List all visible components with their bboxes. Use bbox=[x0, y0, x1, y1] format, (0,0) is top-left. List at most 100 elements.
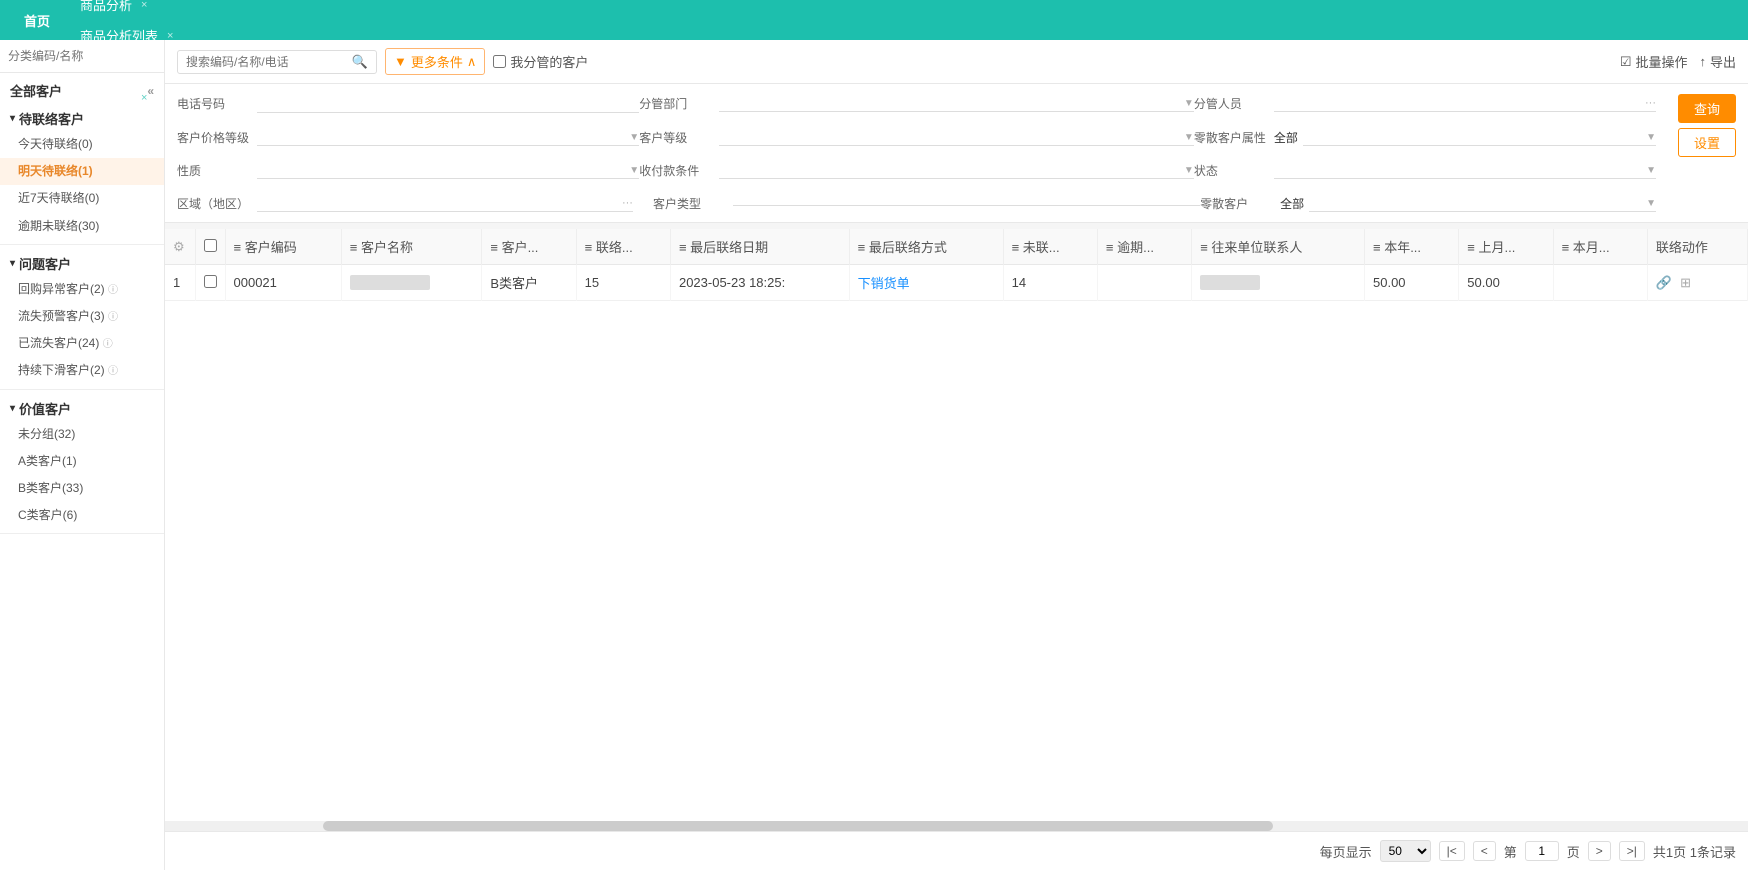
group-label-0: 待联络客户 bbox=[19, 109, 84, 128]
toolbar-right: ☑ 批量操作 ↑ 导出 bbox=[1620, 52, 1736, 71]
filter-retail-customer-select[interactable]: ▼ bbox=[1309, 196, 1656, 212]
my-customers-check[interactable]: 我分管的客户 bbox=[493, 52, 588, 71]
filter-payment-field: 收付款条件 ▼ bbox=[639, 162, 1194, 179]
sidebar-item-0-0[interactable]: 今天待联络(0) bbox=[0, 131, 164, 158]
scrollbar-thumb[interactable] bbox=[323, 821, 1273, 831]
sidebar-group-title-1[interactable]: ▾问题客户 bbox=[0, 249, 164, 276]
th-type: ≡ 客户... bbox=[482, 229, 576, 265]
group-label-2: 价值客户 bbox=[19, 399, 71, 418]
sidebar-item-2-1[interactable]: A类客户(1) bbox=[0, 448, 164, 475]
collapse-icon[interactable]: « bbox=[147, 84, 154, 98]
all-customers-label: 全部客户 bbox=[10, 81, 62, 100]
total-label: 共1页 1条记录 bbox=[1653, 842, 1736, 861]
group-arrow-1: ▾ bbox=[10, 258, 15, 269]
info-icon[interactable]: ⓘ bbox=[108, 312, 118, 323]
sidebar-item-2-2[interactable]: B类客户(33) bbox=[0, 475, 164, 502]
nav-close-icon[interactable]: × bbox=[141, 0, 147, 11]
sidebar-item-0-3[interactable]: 逾期未联络(30) bbox=[0, 213, 164, 240]
filter-price-level-field: 客户价格等级 ▼ bbox=[177, 129, 639, 146]
filter-status-select[interactable]: ▼ bbox=[1274, 163, 1656, 179]
sidebar-item-2-3[interactable]: C类客户(6) bbox=[0, 502, 164, 529]
filter-manager-select[interactable]: ··· bbox=[1274, 95, 1656, 112]
query-set-col: 查询 设置 bbox=[1678, 94, 1736, 157]
pagination: 每页显示 50 20 100 |< < 第 页 > >| 共1页 1条记录 bbox=[165, 831, 1748, 870]
filter-price-level-select[interactable]: ▼ bbox=[257, 130, 639, 146]
td-num: 1 bbox=[165, 265, 195, 301]
th-contacts: ≡ 联络... bbox=[576, 229, 670, 265]
sidebar-group-title-2[interactable]: ▾价值客户 bbox=[0, 394, 164, 421]
th-action-label: 联络动作 bbox=[1656, 240, 1708, 255]
nav-item-商品分析[interactable]: 商品分析× bbox=[66, 0, 187, 20]
first-page-btn[interactable]: |< bbox=[1439, 841, 1465, 861]
filter-retail-attr-select[interactable]: ▼ bbox=[1303, 130, 1656, 146]
nav-close-icon[interactable]: × bbox=[141, 92, 147, 104]
customer-table: ⚙ ≡ 客户编码 ≡ 客户名称 ≡ 客户... ≡ 联络... ≡ 最后联络日期… bbox=[165, 229, 1748, 301]
th-not-contacted: ≡ 未联... bbox=[1003, 229, 1097, 265]
query-btn[interactable]: 查询 bbox=[1678, 94, 1736, 123]
per-page-label: 每页显示 bbox=[1320, 842, 1372, 861]
sidebar-item-2-0[interactable]: 未分组(32) bbox=[0, 421, 164, 448]
next-page-btn[interactable]: > bbox=[1588, 841, 1611, 861]
filter-nature-select[interactable]: ▼ bbox=[257, 163, 639, 179]
top-nav: 首页 销货单×进货单×商品分析×商品分析列表×客户分层经营×客户联络× bbox=[0, 0, 1748, 40]
nav-home[interactable]: 首页 bbox=[10, 5, 64, 36]
last-contact-method-link[interactable]: 下销货单 bbox=[858, 276, 910, 291]
search-icon[interactable]: 🔍 bbox=[352, 54, 368, 70]
set-btn[interactable]: 设置 bbox=[1678, 128, 1736, 157]
td-checkbox bbox=[195, 265, 225, 301]
info-icon[interactable]: ⓘ bbox=[108, 285, 118, 296]
search-input[interactable] bbox=[186, 55, 347, 69]
action-icons: 🔗⊞ bbox=[1656, 275, 1739, 291]
sidebar-item-0-2[interactable]: 近7天待联络(0) bbox=[0, 185, 164, 212]
td-last-month: 50.00 bbox=[1459, 265, 1553, 301]
action-icon-1[interactable]: 🔗 bbox=[1656, 275, 1672, 291]
sidebar-item-0-1[interactable]: 明天待联络(1) bbox=[0, 158, 164, 185]
sidebar-item-1-2[interactable]: 已流失客户(24) ⓘ bbox=[0, 330, 164, 357]
batch-op-btn[interactable]: ☑ 批量操作 bbox=[1620, 52, 1688, 71]
info-icon[interactable]: ⓘ bbox=[103, 339, 113, 350]
sidebar-item-1-1[interactable]: 流失预警客户(3) ⓘ bbox=[0, 303, 164, 330]
filter-phone-input[interactable] bbox=[257, 94, 639, 113]
filter-row-1: 电话号码 分管部门 ▼ 分管人员 ··· bbox=[177, 94, 1656, 113]
filter-area-select[interactable]: ··· bbox=[257, 195, 633, 212]
filter-payment-select[interactable]: ▼ bbox=[719, 163, 1194, 179]
page-input[interactable] bbox=[1525, 841, 1559, 861]
last-page-btn[interactable]: >| bbox=[1619, 841, 1645, 861]
row-checkbox[interactable] bbox=[204, 275, 217, 288]
td-this-year: 50.00 bbox=[1365, 265, 1459, 301]
export-btn[interactable]: ↑ 导出 bbox=[1699, 52, 1736, 71]
info-icon[interactable]: ⓘ bbox=[108, 366, 118, 377]
sidebar-search-input[interactable] bbox=[8, 49, 163, 63]
filter-customer-type-select[interactable] bbox=[733, 201, 1200, 206]
nav-close-icon[interactable]: × bbox=[167, 30, 173, 42]
filter-retail-attr-label: 零散客户属性 bbox=[1194, 129, 1274, 146]
prev-page-btn[interactable]: < bbox=[1473, 841, 1496, 861]
page-size-select[interactable]: 50 20 100 bbox=[1380, 840, 1431, 862]
filter-manager-field: 分管人员 ··· bbox=[1194, 95, 1656, 112]
table-settings-icon[interactable]: ⚙ bbox=[173, 239, 185, 254]
filter-dept-select[interactable]: ▼ bbox=[719, 96, 1194, 112]
filter-row-3: 性质 ▼ 收付款条件 ▼ 状态 bbox=[177, 162, 1656, 179]
filter-arrow: ∧ bbox=[467, 54, 477, 70]
filter-customer-level-label: 客户等级 bbox=[639, 129, 719, 146]
sidebar-item-1-3[interactable]: 持续下滑客户(2) ⓘ bbox=[0, 357, 164, 384]
th-last-method-label: ≡ 最后联络方式 bbox=[858, 240, 947, 255]
filter-icon: ▼ bbox=[394, 54, 407, 69]
nav-close-icon[interactable]: × bbox=[167, 61, 173, 73]
my-customers-checkbox[interactable] bbox=[493, 55, 506, 68]
batch-icon: ☑ bbox=[1620, 54, 1632, 70]
filter-customer-level-select[interactable]: ▼ bbox=[719, 130, 1194, 146]
filter-more-btn[interactable]: ▼ 更多条件 ∧ bbox=[385, 48, 485, 75]
action-icon-2[interactable]: ⊞ bbox=[1680, 275, 1691, 291]
horizontal-scrollbar[interactable] bbox=[165, 821, 1748, 831]
td-last-date: 2023-05-23 18:25: bbox=[670, 265, 849, 301]
select-all-checkbox[interactable] bbox=[204, 239, 217, 252]
th-not-contacted-label: ≡ 未联... bbox=[1012, 240, 1060, 255]
filter-status-label: 状态 bbox=[1194, 162, 1274, 179]
sidebar-item-1-0[interactable]: 回购异常客户(2) ⓘ bbox=[0, 276, 164, 303]
th-this-month-label: ≡ 本月... bbox=[1562, 240, 1610, 255]
all-customers-header[interactable]: 全部客户 « bbox=[0, 73, 164, 104]
filter-retail-customer-field: 零散客户 全部 ▼ bbox=[1200, 195, 1656, 212]
filter-retail-customer-label: 零散客户 bbox=[1200, 195, 1280, 212]
sidebar-group-title-0[interactable]: ▾待联络客户 bbox=[0, 104, 164, 131]
